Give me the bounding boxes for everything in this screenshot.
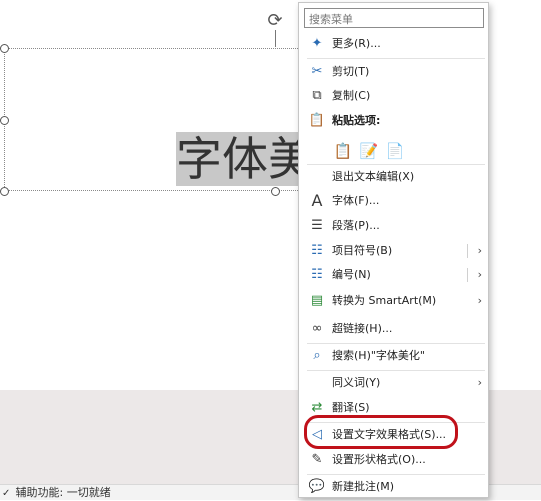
menu-separator bbox=[307, 58, 485, 59]
paste-options-row: 📋 📝 📄 bbox=[332, 139, 452, 165]
search-icon: ⌕ bbox=[313, 348, 321, 363]
menu-item-new-comment[interactable]: 💬 新建批注(M) bbox=[300, 476, 488, 498]
menu-item-cut[interactable]: ✂ 剪切(T) bbox=[300, 61, 488, 83]
menu-separator bbox=[307, 343, 485, 344]
menu-item-font[interactable]: A 字体(F)... bbox=[300, 190, 488, 212]
menu-item-hyperlink[interactable]: ∞ 超链接(H)... bbox=[300, 318, 488, 340]
rotate-handle-icon[interactable]: ⟳ bbox=[264, 10, 286, 32]
bullets-icon: ☷ bbox=[311, 243, 323, 258]
resize-handle-middle-left[interactable] bbox=[0, 116, 9, 125]
paste-merge-formatting-icon[interactable]: 📝 bbox=[358, 139, 380, 163]
smartart-icon: ▤ bbox=[310, 293, 324, 308]
scissors-icon: ✂ bbox=[311, 64, 323, 79]
menu-separator bbox=[307, 370, 485, 371]
chevron-right-icon: › bbox=[477, 294, 482, 307]
comment-icon: 💬 bbox=[308, 479, 326, 494]
menu-item-exit-text-edit[interactable]: 退出文本编辑(X) bbox=[300, 166, 488, 188]
menu-separator bbox=[307, 164, 485, 165]
menu-item-more[interactable]: ✦ 更多(R)... bbox=[300, 33, 488, 55]
menu-item-paragraph[interactable]: ☰ 段落(P)... bbox=[300, 215, 488, 237]
accessibility-icon: ✓ bbox=[2, 488, 11, 499]
link-icon: ∞ bbox=[311, 321, 323, 336]
search-menu-input[interactable]: 搜索菜单 bbox=[304, 8, 484, 28]
shape-format-icon: ✎ bbox=[311, 452, 323, 467]
paste-keep-source-formatting-icon[interactable]: 📋 bbox=[332, 139, 354, 163]
rotate-stem bbox=[275, 30, 276, 47]
menu-item-numbering[interactable]: ☷ 编号(N) › bbox=[300, 264, 488, 286]
chevron-right-icon[interactable]: › bbox=[478, 240, 482, 262]
menu-separator bbox=[307, 474, 485, 475]
paste-text-only-icon[interactable]: 📄 bbox=[384, 139, 406, 163]
resize-handle-bottom-middle[interactable] bbox=[271, 187, 280, 196]
accessibility-status[interactable]: 辅助功能: 一切就绪 bbox=[16, 486, 111, 499]
paragraph-icon: ☰ bbox=[311, 218, 323, 233]
highlight-annotation bbox=[304, 415, 458, 449]
menu-item-copy[interactable]: ⧉ 复制(C) bbox=[300, 85, 488, 107]
resize-handle-bottom-left[interactable] bbox=[0, 187, 9, 196]
menu-item-format-shape[interactable]: ✎ 设置形状格式(O)... bbox=[300, 449, 488, 471]
clipboard-icon: 📋 bbox=[308, 113, 326, 128]
chevron-right-icon[interactable]: › bbox=[478, 264, 482, 286]
menu-item-synonyms[interactable]: 同义词(Y) › bbox=[300, 372, 488, 394]
menu-item-bullets[interactable]: ☷ 项目符号(B) › bbox=[300, 240, 488, 262]
numbering-icon: ☷ bbox=[311, 267, 323, 282]
resize-handle-top-left[interactable] bbox=[0, 44, 9, 53]
split-divider bbox=[467, 244, 468, 258]
menu-item-search[interactable]: ⌕ 搜索(H)"字体美化" bbox=[300, 345, 488, 367]
copy-icon: ⧉ bbox=[312, 88, 322, 103]
split-divider bbox=[467, 268, 468, 282]
font-icon: A bbox=[311, 191, 323, 210]
chevron-right-icon: › bbox=[477, 376, 482, 389]
selected-slide-text[interactable]: 字体美化 bbox=[176, 132, 298, 186]
menu-item-paste-options: 📋 粘贴选项: bbox=[308, 113, 381, 128]
menu-item-convert-smartart[interactable]: ▤ 转换为 SmartArt(M) › bbox=[300, 290, 488, 312]
more-icon: ✦ bbox=[311, 36, 323, 51]
